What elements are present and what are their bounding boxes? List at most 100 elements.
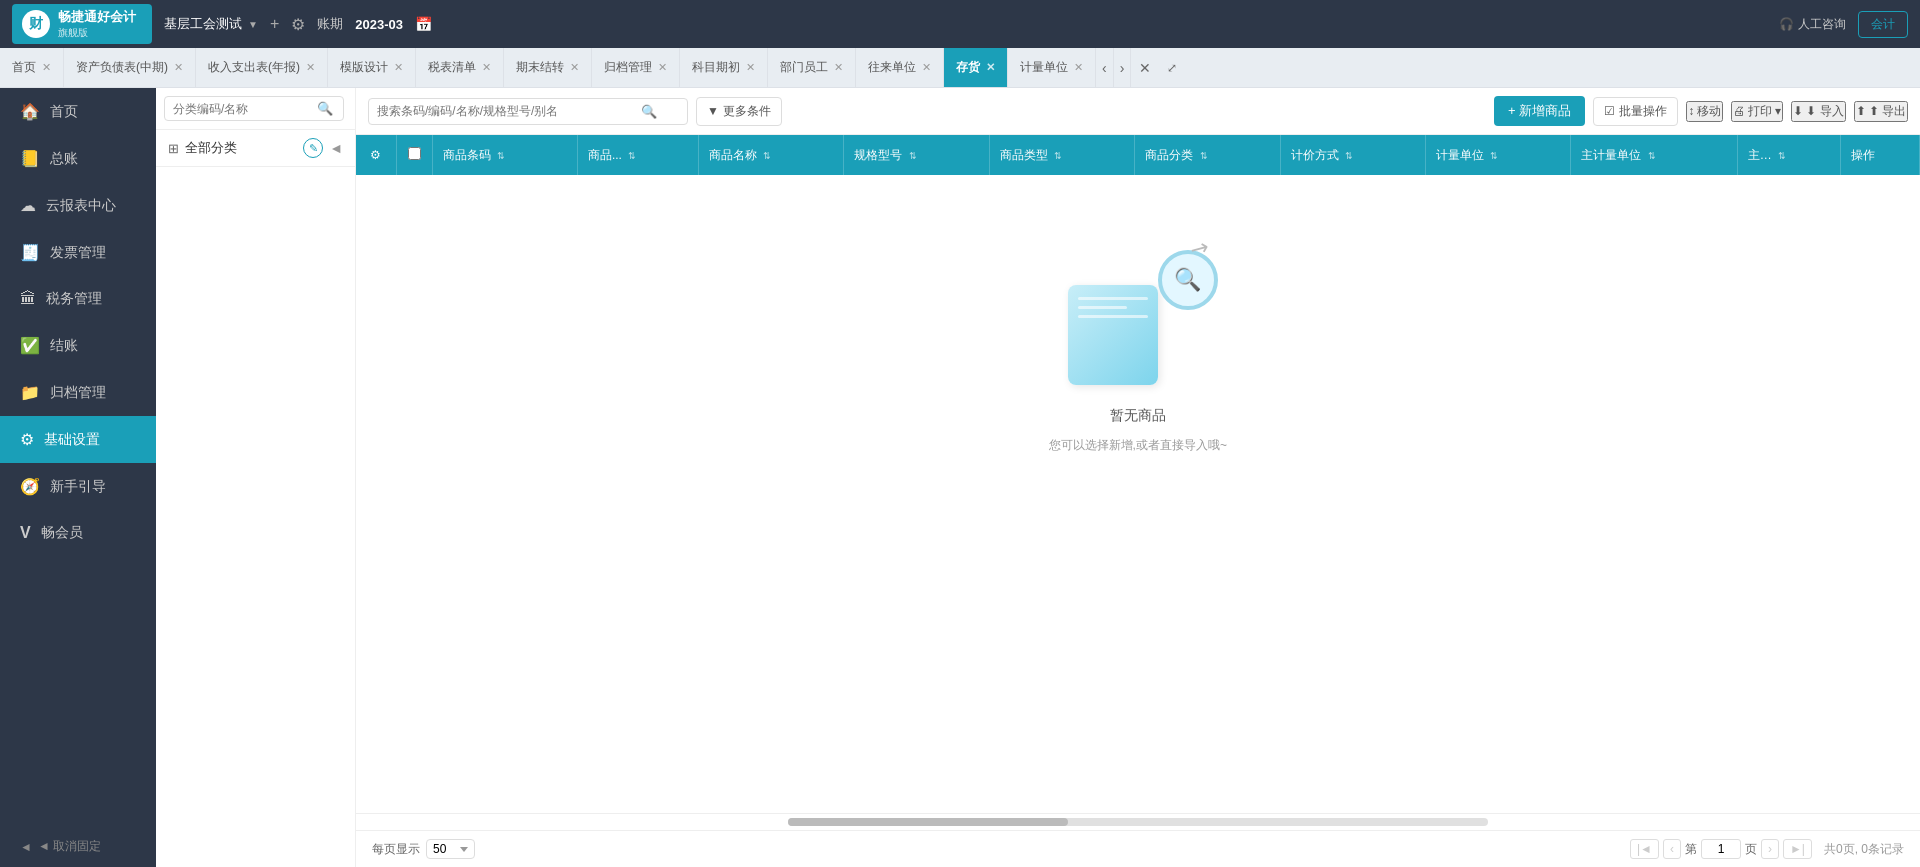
all-category-item[interactable]: ⊞ 全部分类 ✎ ◄ <box>156 130 355 167</box>
table-col-type[interactable]: 商品类型 ⇅ <box>989 135 1134 175</box>
sidebar-item-cloud-report[interactable]: ☁ 云报表中心 <box>0 182 156 229</box>
tab-close-tax[interactable]: ✕ <box>482 61 491 74</box>
table-col-main2[interactable]: 主… ⇅ <box>1737 135 1841 175</box>
calendar-icon[interactable]: 📅 <box>415 16 432 32</box>
settings-icon[interactable]: ⚙ <box>291 15 305 34</box>
customer-service-label: 人工咨询 <box>1798 16 1846 33</box>
table-col-pricing[interactable]: 计价方式 ⇅ <box>1280 135 1425 175</box>
table-col-main-unit[interactable]: 主计量单位 ⇅ <box>1571 135 1737 175</box>
new-product-btn[interactable]: + 新增商品 <box>1494 96 1585 126</box>
sidebar-item-basic-settings[interactable]: ⚙ 基础设置 <box>0 416 156 463</box>
category-search-input[interactable] <box>173 102 313 116</box>
tab-income-expense[interactable]: 收入支出表(年报) ✕ <box>196 48 328 87</box>
tab-homepage[interactable]: 首页 ✕ <box>0 48 64 87</box>
more-filter-btn[interactable]: ▼ 更多条件 <box>696 97 782 126</box>
sidebar-item-guide[interactable]: 🧭 新手引导 <box>0 463 156 510</box>
horizontal-scrollbar[interactable] <box>788 818 1488 826</box>
invoice-icon: 🧾 <box>20 243 40 262</box>
export-btn[interactable]: ⬆ ⬆ 导出 <box>1854 101 1908 122</box>
tab-close-period[interactable]: ✕ <box>570 61 579 74</box>
tab-close-income[interactable]: ✕ <box>306 61 315 74</box>
print-btn[interactable]: 🖨 打印 ▾ <box>1731 101 1783 122</box>
tab-expand-btn[interactable]: ⤢ <box>1159 48 1185 87</box>
empty-illustration: 🔍 ↗ <box>1048 235 1228 395</box>
sort-code-icon: ⇅ <box>628 151 636 161</box>
tab-close-homepage[interactable]: ✕ <box>42 61 51 74</box>
sidebar-item-home[interactable]: 🏠 首页 <box>0 88 156 135</box>
category-search-box[interactable]: 🔍 <box>164 96 344 121</box>
sidebar-item-tax[interactable]: 🏛 税务管理 <box>0 276 156 322</box>
sidebar-item-membership[interactable]: V 畅会员 <box>0 510 156 556</box>
page-suffix: 页 <box>1745 841 1757 858</box>
sidebar-item-close-account[interactable]: ✅ 结账 <box>0 322 156 369</box>
tab-close-subject[interactable]: ✕ <box>746 61 755 74</box>
tab-period-carry[interactable]: 期末结转 ✕ <box>504 48 592 87</box>
tab-archive[interactable]: 归档管理 ✕ <box>592 48 680 87</box>
tab-close-unit[interactable]: ✕ <box>1074 61 1083 74</box>
tab-nav-next[interactable]: › <box>1114 48 1132 87</box>
sidebar-item-close-account-label: 结账 <box>50 337 78 355</box>
table-col-spec[interactable]: 规格型号 ⇅ <box>844 135 989 175</box>
customer-service-btn[interactable]: 🎧 人工咨询 <box>1779 16 1846 33</box>
tab-subject-init[interactable]: 科目期初 ✕ <box>680 48 768 87</box>
table-col-name[interactable]: 商品名称 ⇅ <box>698 135 843 175</box>
sort-main2-icon: ⇅ <box>1778 151 1786 161</box>
product-search-input[interactable] <box>377 104 637 118</box>
product-search-bar[interactable]: 🔍 <box>368 98 688 125</box>
import-btn[interactable]: ⬇ ⬇ 导入 <box>1791 101 1845 122</box>
table-col-check[interactable] <box>396 135 432 175</box>
prev-page-btn[interactable]: ‹ <box>1663 839 1681 859</box>
table-col-category[interactable]: 商品分类 ⇅ <box>1135 135 1280 175</box>
first-page-btn[interactable]: |◄ <box>1630 839 1659 859</box>
table-col-barcode[interactable]: 商品条码 ⇅ <box>432 135 577 175</box>
account-button[interactable]: 会计 <box>1858 11 1908 38</box>
company-selector[interactable]: 基层工会测试 ▼ <box>164 15 258 33</box>
cloud-icon: ☁ <box>20 196 36 215</box>
add-tab-btn[interactable]: + <box>270 15 279 33</box>
tab-close-inventory[interactable]: ✕ <box>986 61 995 74</box>
sidebar-item-invoice[interactable]: 🧾 发票管理 <box>0 229 156 276</box>
tab-nav-prev[interactable]: ‹ <box>1096 48 1114 87</box>
sort-pricing-icon: ⇅ <box>1345 151 1353 161</box>
batch-operation-btn[interactable]: ☑ 批量操作 <box>1593 97 1678 126</box>
current-page-input[interactable] <box>1701 839 1741 859</box>
product-table: ⚙ 商品条码 ⇅ 商品... ⇅ <box>356 135 1920 514</box>
per-page-select[interactable]: 50 10 20 100 <box>426 839 475 859</box>
tab-tax-table[interactable]: 税表清单 ✕ <box>416 48 504 87</box>
table-col-settings[interactable]: ⚙ <box>356 135 396 175</box>
category-search-icon[interactable]: 🔍 <box>317 101 333 116</box>
sidebar-item-archive-label: 归档管理 <box>50 384 106 402</box>
tab-archive-label: 归档管理 <box>604 59 652 76</box>
tab-close-department[interactable]: ✕ <box>834 61 843 74</box>
last-page-btn[interactable]: ►| <box>1783 839 1812 859</box>
product-search-icon[interactable]: 🔍 <box>641 104 657 119</box>
unpin-icon: ◄ <box>20 840 32 854</box>
col-main-unit-label: 主计量单位 <box>1581 148 1641 162</box>
tab-contacts-label: 往来单位 <box>868 59 916 76</box>
tab-balance-sheet[interactable]: 资产负债表(中期) ✕ <box>64 48 196 87</box>
tab-close-archive[interactable]: ✕ <box>658 61 667 74</box>
tab-inventory[interactable]: 存货 ✕ <box>944 48 1008 87</box>
tab-template[interactable]: 模版设计 ✕ <box>328 48 416 87</box>
move-btn[interactable]: ↕ 移动 <box>1686 101 1723 122</box>
sidebar-item-archive[interactable]: 📁 归档管理 <box>0 369 156 416</box>
ledger-icon: 📒 <box>20 149 40 168</box>
tab-close-contacts[interactable]: ✕ <box>922 61 931 74</box>
col-main2-label: 主… <box>1748 148 1772 162</box>
collapse-panel-icon[interactable]: ◄ <box>329 140 343 156</box>
table-col-code[interactable]: 商品... ⇅ <box>577 135 698 175</box>
tab-close-template[interactable]: ✕ <box>394 61 403 74</box>
tab-department[interactable]: 部门员工 ✕ <box>768 48 856 87</box>
edit-category-icon[interactable]: ✎ <box>303 138 323 158</box>
sidebar-item-ledger[interactable]: 📒 总账 <box>0 135 156 182</box>
doc-shape <box>1068 285 1158 385</box>
table-col-unit[interactable]: 计量单位 ⇅ <box>1426 135 1571 175</box>
tab-unit[interactable]: 计量单位 ✕ <box>1008 48 1096 87</box>
next-page-btn[interactable]: › <box>1761 839 1779 859</box>
tab-close-balance[interactable]: ✕ <box>174 61 183 74</box>
sidebar-unpin-btn[interactable]: ◄ ◄ 取消固定 <box>0 826 156 867</box>
tab-contacts[interactable]: 往来单位 ✕ <box>856 48 944 87</box>
tab-close-all-btn[interactable]: ✕ <box>1131 48 1159 87</box>
select-all-checkbox[interactable] <box>408 147 421 160</box>
scrollbar-thumb[interactable] <box>788 818 1068 826</box>
